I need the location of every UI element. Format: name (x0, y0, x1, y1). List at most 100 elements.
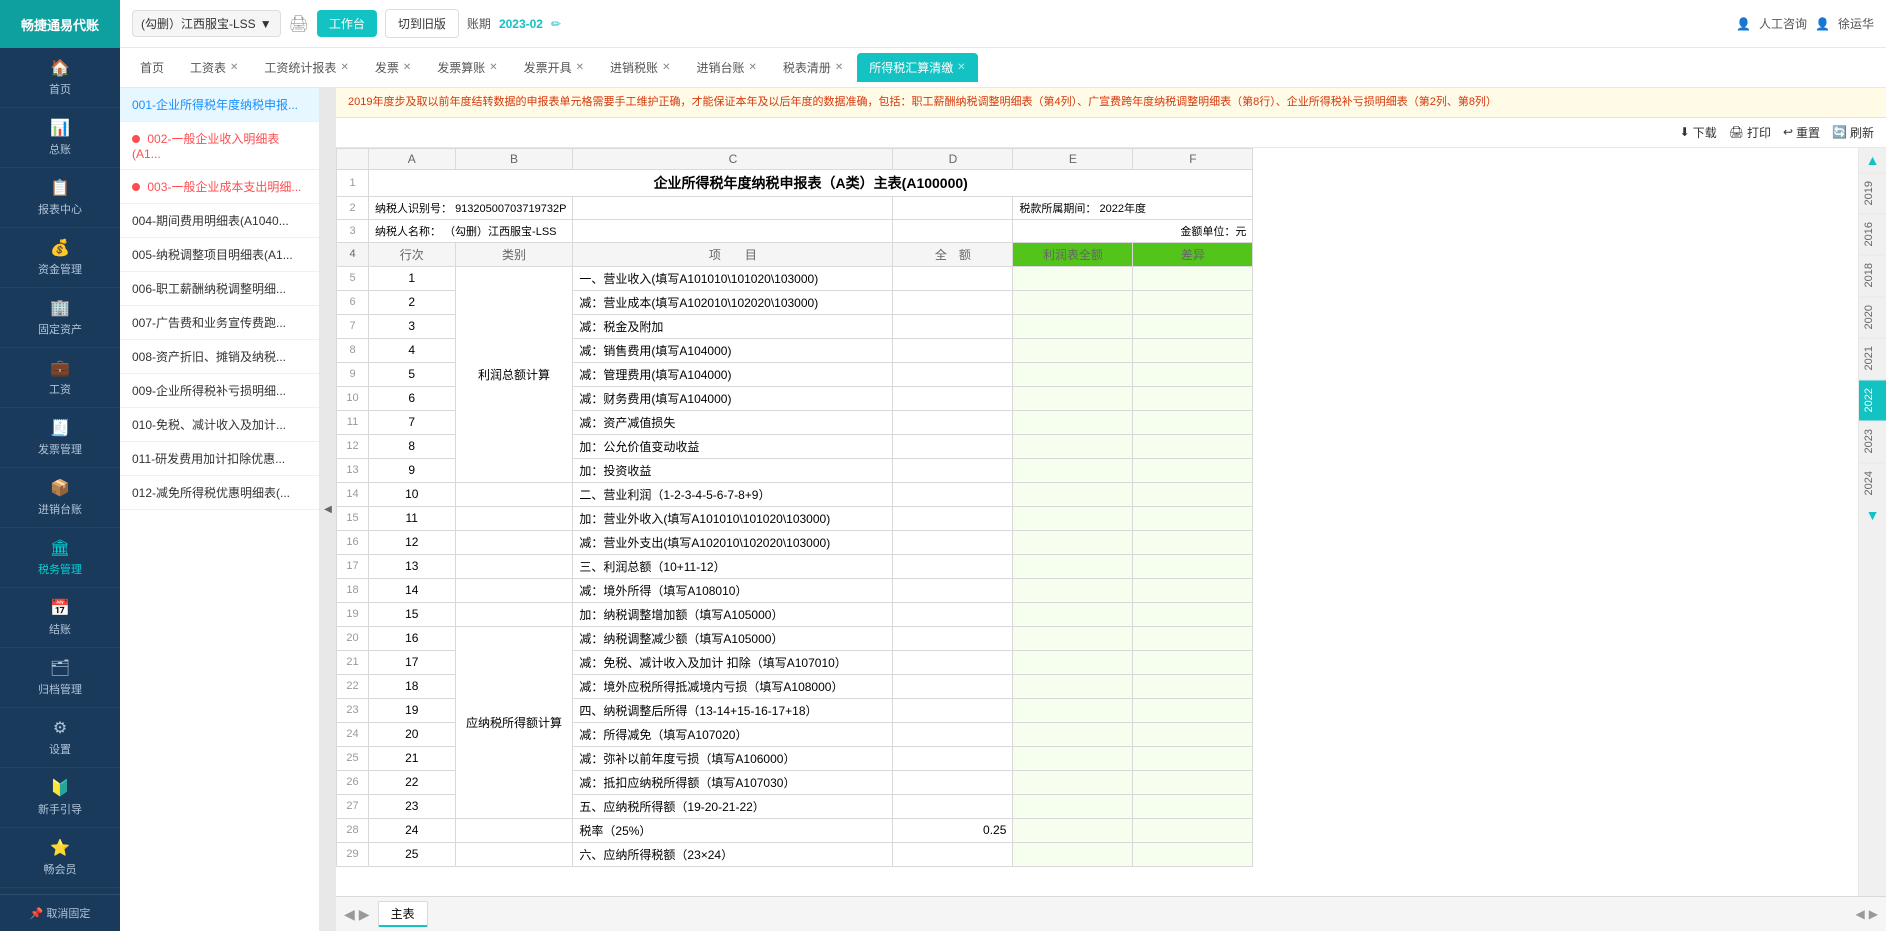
sidebar-item-funds[interactable]: 💰 资金管理 (0, 228, 120, 288)
sheet-tab-main[interactable]: 主表 (378, 901, 428, 927)
left-panel-item-003[interactable]: 003-一般企业成本支出明细... (120, 170, 319, 204)
tab-tax-clearance[interactable]: 税表清册 ✕ (771, 53, 855, 82)
sidebar-item-archive[interactable]: 🗂 归档管理 (0, 648, 120, 708)
year-item-2016[interactable]: 2016 (1859, 213, 1886, 254)
spreadsheet-main[interactable]: A B C D E F 1 企业所 (336, 148, 1858, 897)
corner-cell (337, 148, 369, 169)
tab-close-icon[interactable]: ✕ (403, 62, 411, 73)
sidebar-item-close[interactable]: 📅 结账 (0, 588, 120, 648)
year-item-2024[interactable]: 2024 (1859, 462, 1886, 503)
tab-salary[interactable]: 工资表 ✕ (178, 53, 250, 82)
row-num: 21 (337, 650, 369, 674)
workbench-button[interactable]: 工作台 (317, 10, 377, 37)
left-panel-item-005[interactable]: 005-纳税调整项目明细表(A1... (120, 238, 319, 272)
sidebar-item-ledger[interactable]: 📊 总账 (0, 108, 120, 168)
tab-close-icon[interactable]: ✕ (662, 62, 670, 73)
row-num: 27 (337, 794, 369, 818)
row-num: 25 (337, 746, 369, 770)
scroll-left-icon[interactable]: ◀ (1856, 907, 1865, 921)
sidebar-item-purchase-sales[interactable]: 📦 进销台账 (0, 468, 120, 528)
row-num: 17 (337, 554, 369, 578)
row-index: 15 (369, 602, 456, 626)
ai-query-icon: 👤 (1736, 17, 1751, 31)
tab-invoice[interactable]: 发票 ✕ (363, 53, 423, 82)
category-cell (455, 842, 573, 866)
year-item-2018[interactable]: 2018 (1859, 254, 1886, 295)
tab-purchase-ledger[interactable]: 进销台账 ✕ (684, 53, 768, 82)
reset-button[interactable]: ↩ 重置 (1783, 124, 1820, 141)
user-avatar-icon: 👤 (1815, 17, 1830, 31)
sheet-next-icon[interactable]: ▶ (359, 906, 370, 923)
tab-income-tax[interactable]: 所得税汇算清缴 ✕ (857, 53, 977, 82)
diff-cell (1133, 746, 1253, 770)
switch-old-button[interactable]: 切到旧版 (385, 9, 459, 38)
tab-close-icon[interactable]: ✕ (340, 62, 348, 73)
row-num: 24 (337, 722, 369, 746)
year-item-2023[interactable]: 2023 (1859, 420, 1886, 461)
tab-invoice-calc[interactable]: 发票算账 ✕ (425, 53, 509, 82)
tab-close-icon[interactable]: ✕ (957, 62, 965, 73)
tab-purchase-tax[interactable]: 进销税账 ✕ (598, 53, 682, 82)
year-item-2022[interactable]: 2022 (1859, 379, 1886, 420)
year-up-arrow[interactable]: ▲ (1859, 148, 1886, 172)
diff-cell (1133, 722, 1253, 746)
category-cell (455, 482, 573, 506)
sidebar-item-settings[interactable]: ⚙ 设置 (0, 708, 120, 768)
year-item-2019[interactable]: 2019 (1859, 172, 1886, 213)
scroll-right-icon[interactable]: ▶ (1869, 907, 1878, 921)
year-item-2021[interactable]: 2021 (1859, 337, 1886, 378)
spreadsheet-container: A B C D E F 1 企业所 (336, 148, 1886, 897)
company-selector[interactable]: (勾删）江西服宝-LSS ▼ (132, 10, 281, 37)
col-header-xiangmu: 项 目 (573, 242, 893, 266)
download-button[interactable]: ⬇ 下载 (1680, 124, 1717, 141)
left-panel-item-006[interactable]: 006-职工薪酬纳税调整明细... (120, 272, 319, 306)
left-panel-item-004[interactable]: 004-期间费用明细表(A1040... (120, 204, 319, 238)
sidebar-footer-unpin[interactable]: 📌 取消固定 (0, 894, 120, 931)
sidebar-item-tax[interactable]: 🏛 税务管理 (0, 528, 120, 588)
left-panel-item-009[interactable]: 009-企业所得税补亏损明细... (120, 374, 319, 408)
year-down-arrow[interactable]: ▼ (1859, 503, 1886, 527)
tab-salary-stats[interactable]: 工资统计报表 ✕ (252, 53, 360, 82)
edit-period-icon[interactable]: ✏ (551, 17, 561, 31)
sidebar-item-salary[interactable]: 💼 工资 (0, 348, 120, 408)
empty-cell (573, 196, 893, 219)
left-panel-item-008[interactable]: 008-资产折旧、摊销及纳税... (120, 340, 319, 374)
empty-cell (893, 196, 1013, 219)
sidebar-item-home[interactable]: 🏠 首页 (0, 48, 120, 108)
refresh-button[interactable]: 🔄 刷新 (1832, 124, 1874, 141)
row-index: 3 (369, 314, 456, 338)
sidebar-item-invoice[interactable]: 🧾 发票管理 (0, 408, 120, 468)
sidebar-item-reports[interactable]: 📋 报表中心 (0, 168, 120, 228)
download-icon: ⬇ (1680, 125, 1690, 139)
left-panel-item-012[interactable]: 012-减免所得税优惠明细表(... (120, 476, 319, 510)
sidebar-item-guide[interactable]: 🔰 新手引导 (0, 768, 120, 828)
tab-home[interactable]: 首页 (128, 53, 176, 82)
sheet-prev-icon[interactable]: ◀ (344, 906, 355, 923)
profit-cell (1013, 746, 1133, 770)
left-panel-item-001[interactable]: 001-企业所得税年度纳税申报... (120, 88, 319, 122)
year-item-2020[interactable]: 2020 (1859, 296, 1886, 337)
print-button[interactable]: 🖨 打印 (1729, 124, 1771, 141)
print-icon: 🖨 (289, 14, 309, 34)
profit-cell (1013, 506, 1133, 530)
tab-close-icon[interactable]: ✕ (835, 62, 843, 73)
profit-cell (1013, 434, 1133, 458)
amount-cell (893, 506, 1013, 530)
content-area: 001-企业所得税年度纳税申报... 002-一般企业收入明细表(A1... 0… (120, 88, 1886, 931)
row-num: 3 (337, 219, 369, 242)
tab-close-icon[interactable]: ✕ (748, 62, 756, 73)
tab-close-icon[interactable]: ✕ (576, 62, 584, 73)
tab-invoice-open[interactable]: 发票开具 ✕ (512, 53, 596, 82)
sidebar-item-assets[interactable]: 🏢 固定资产 (0, 288, 120, 348)
panel-toggle[interactable]: ◀ (320, 88, 336, 931)
tab-close-icon[interactable]: ✕ (489, 62, 497, 73)
item-cell: 二、营业利润（1-2-3-4-5-6-7-8+9） (573, 482, 893, 506)
ai-query-label[interactable]: 人工咨询 (1759, 15, 1807, 32)
left-panel-item-002[interactable]: 002-一般企业收入明细表(A1... (120, 122, 319, 170)
left-panel-item-011[interactable]: 011-研发费用加计扣除优惠... (120, 442, 319, 476)
tab-close-icon[interactable]: ✕ (230, 62, 238, 73)
item-cell: 减：境外应税所得抵减境内亏损（填写A108000） (573, 674, 893, 698)
left-panel-item-010[interactable]: 010-免税、减计收入及加计... (120, 408, 319, 442)
sidebar-item-member[interactable]: ⭐ 畅会员 (0, 828, 120, 888)
left-panel-item-007[interactable]: 007-广告费和业务宣传费跑... (120, 306, 319, 340)
